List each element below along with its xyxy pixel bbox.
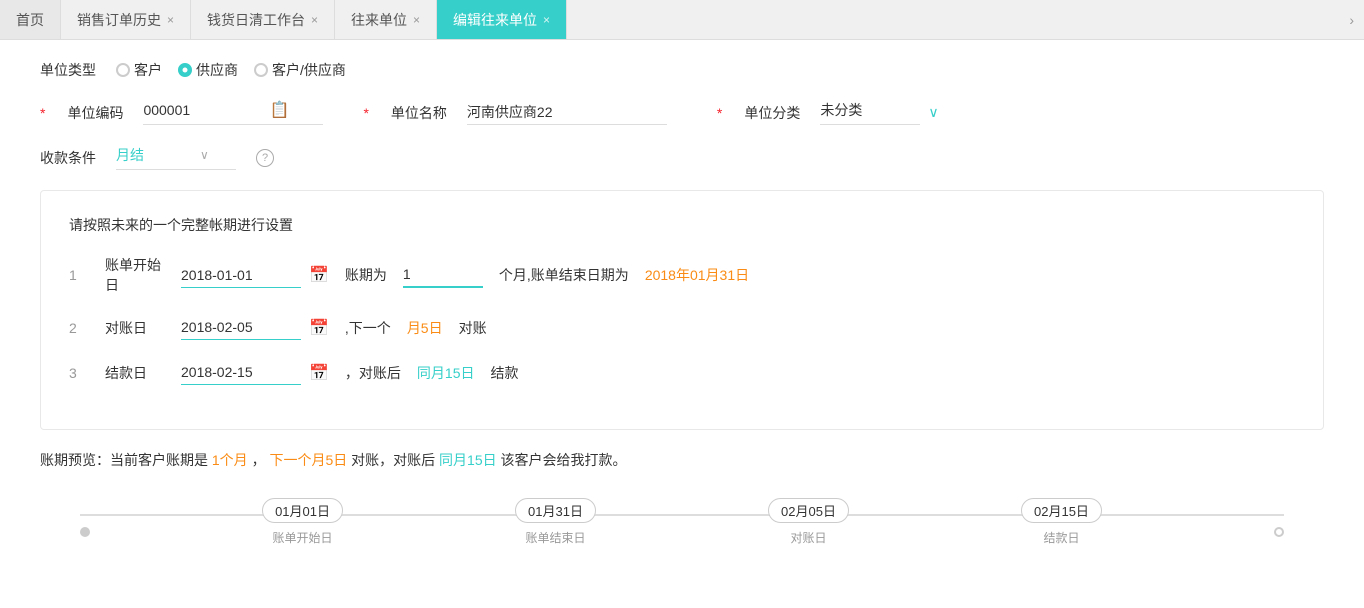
payment-row: 收款条件 月结 ∨ ? [40, 145, 1324, 170]
timeline-point-4: 02月15日 结款日 [1021, 498, 1102, 546]
unit-code-icon[interactable]: 📋 [269, 100, 289, 120]
radio-customer-supplier[interactable]: 客户/供应商 [254, 60, 346, 80]
tab-close-partner[interactable]: × [413, 14, 420, 26]
tab-partner[interactable]: 往来单位 × [335, 0, 437, 39]
unit-code-wrap: 📋 [143, 100, 323, 125]
period-cal-1[interactable]: 📅 [309, 265, 329, 285]
radio-label-customer: 客户 [134, 60, 162, 80]
tab-edit-partner[interactable]: 编辑往来单位 × [437, 0, 567, 39]
period-num-1: 1 [69, 267, 89, 283]
tab-more-button[interactable]: › [1339, 0, 1364, 39]
timeline-label-1: 账单开始日 [273, 529, 333, 546]
timeline: 01月01日 账单开始日 01月31日 账单结束日 02月05日 对账日 02月… [40, 498, 1324, 546]
period-cal-3[interactable]: 📅 [309, 363, 329, 383]
radio-customer[interactable]: 客户 [116, 60, 162, 80]
tab-home[interactable]: 首页 [0, 0, 61, 39]
timeline-label-2: 账单结束日 [526, 529, 586, 546]
period-highlight-3: 同月15日 [417, 363, 475, 383]
preview-mid2: 对账，对账后 [351, 452, 435, 468]
period-settings-box: 请按照未来的一个完整帐期进行设置 1 账单开始日 📅 账期为 个月,账单结束日期… [40, 190, 1324, 430]
tab-close-sales[interactable]: × [167, 14, 174, 26]
period-suffix-1b: 个月,账单结束日期为 [499, 265, 629, 285]
preview-prefix: 账期预览：当前客户账期是 [40, 452, 208, 468]
unit-code-label: 单位编码 [67, 103, 123, 123]
period-highlight-2: 月5日 [407, 318, 443, 338]
period-suffix-3b: 结款 [491, 363, 519, 383]
timeline-label-3: 对账日 [790, 529, 826, 546]
unit-name-label: 单位名称 [391, 103, 447, 123]
period-date-3-wrap: 📅 [181, 360, 329, 385]
period-label-2: 对账日 [105, 318, 165, 338]
tab-cash-workbench[interactable]: 钱货日清工作台 × [191, 0, 335, 39]
tab-close-cash[interactable]: × [311, 14, 318, 26]
payment-dropdown[interactable]: 月结 ∨ [116, 145, 236, 170]
period-date-1-input[interactable] [181, 263, 301, 288]
main-content: 单位类型 客户 供应商 客户/供应商 * 单位编码 📋 * 单位名称 * [0, 40, 1364, 608]
required-star-name: * [363, 105, 368, 121]
period-date-1-wrap: 📅 [181, 263, 329, 288]
preview-suffix: 该客户会给我打款。 [501, 452, 627, 468]
preview-text: 账期预览：当前客户账期是 1个月 ， 下一个月5日 对账，对账后 同月15日 该… [40, 450, 1324, 470]
period-label-1: 账单开始日 [105, 255, 165, 295]
payment-arrow: ∨ [200, 148, 209, 162]
unit-type-label: 单位类型 [40, 60, 96, 80]
period-num-3: 3 [69, 365, 89, 381]
preview-highlight1: 1个月 [212, 452, 248, 468]
period-row-3: 3 结款日 📅 ，对账后 同月15日 结款 [69, 360, 1295, 385]
period-cal-2[interactable]: 📅 [309, 318, 329, 338]
period-suffix-2a: ,下一个 [345, 318, 391, 338]
radio-supplier[interactable]: 供应商 [178, 60, 238, 80]
required-star-cat: * [717, 105, 722, 121]
period-row-2: 2 对账日 📅 ,下一个 月5日 对账 [69, 315, 1295, 340]
radio-circle-customer-supplier [254, 63, 268, 77]
timeline-node-4: 02月15日 [1021, 498, 1102, 523]
unit-category-label: 单位分类 [744, 103, 800, 123]
months-input[interactable] [403, 262, 483, 288]
unit-name-input[interactable] [467, 100, 667, 125]
unit-type-row: 单位类型 客户 供应商 客户/供应商 [40, 60, 1324, 80]
timeline-node-1: 01月01日 [262, 498, 343, 523]
period-date-2-wrap: 📅 [181, 315, 329, 340]
radio-label-supplier: 供应商 [196, 60, 238, 80]
unit-info-row: * 单位编码 📋 * 单位名称 * 单位分类 未分类 ∨ [40, 100, 1324, 125]
timeline-node-2: 01月31日 [515, 498, 596, 523]
radio-circle-customer [116, 63, 130, 77]
radio-circle-supplier [178, 63, 192, 77]
timeline-point-2: 01月31日 账单结束日 [515, 498, 596, 546]
timeline-point-3: 02月05日 对账日 [768, 498, 849, 546]
category-wrap: 未分类 ∨ [820, 100, 938, 125]
unit-code-input[interactable] [143, 102, 263, 118]
period-date-2-input[interactable] [181, 315, 301, 340]
period-suffix-1a: 账期为 [345, 265, 387, 285]
period-label-3: 结款日 [105, 363, 165, 383]
preview-highlight2: 下一个月5日 [269, 452, 347, 468]
period-row-1: 1 账单开始日 📅 账期为 个月,账单结束日期为 2018年01月31日 [69, 255, 1295, 295]
period-num-2: 2 [69, 320, 89, 336]
tab-sales-history[interactable]: 销售订单历史 × [61, 0, 191, 39]
required-star-code: * [40, 105, 45, 121]
tab-close-edit-partner[interactable]: × [543, 14, 550, 26]
timeline-node-3: 02月05日 [768, 498, 849, 523]
category-value: 未分类 [820, 100, 920, 125]
preview-highlight3: 同月15日 [439, 452, 497, 468]
period-end-date-1: 2018年01月31日 [645, 265, 749, 285]
timeline-points: 01月01日 账单开始日 01月31日 账单结束日 02月05日 对账日 02月… [80, 498, 1284, 546]
period-suffix-2b: 对账 [459, 318, 487, 338]
period-title: 请按照未来的一个完整帐期进行设置 [69, 215, 1295, 235]
payment-selected: 月结 [116, 145, 196, 165]
payment-label: 收款条件 [40, 148, 96, 168]
timeline-label-4: 结款日 [1043, 529, 1079, 546]
payment-help-icon[interactable]: ? [256, 149, 274, 167]
radio-label-customer-supplier: 客户/供应商 [272, 60, 346, 80]
period-suffix-3a: ，对账后 [345, 363, 401, 383]
unit-type-radio-group: 客户 供应商 客户/供应商 [116, 60, 346, 80]
preview-mid1: ， [252, 452, 266, 468]
timeline-point-1: 01月01日 账单开始日 [262, 498, 343, 546]
tab-bar: 首页 销售订单历史 × 钱货日清工作台 × 往来单位 × 编辑往来单位 × › [0, 0, 1364, 40]
category-dropdown-arrow[interactable]: ∨ [928, 104, 938, 121]
period-date-3-input[interactable] [181, 360, 301, 385]
